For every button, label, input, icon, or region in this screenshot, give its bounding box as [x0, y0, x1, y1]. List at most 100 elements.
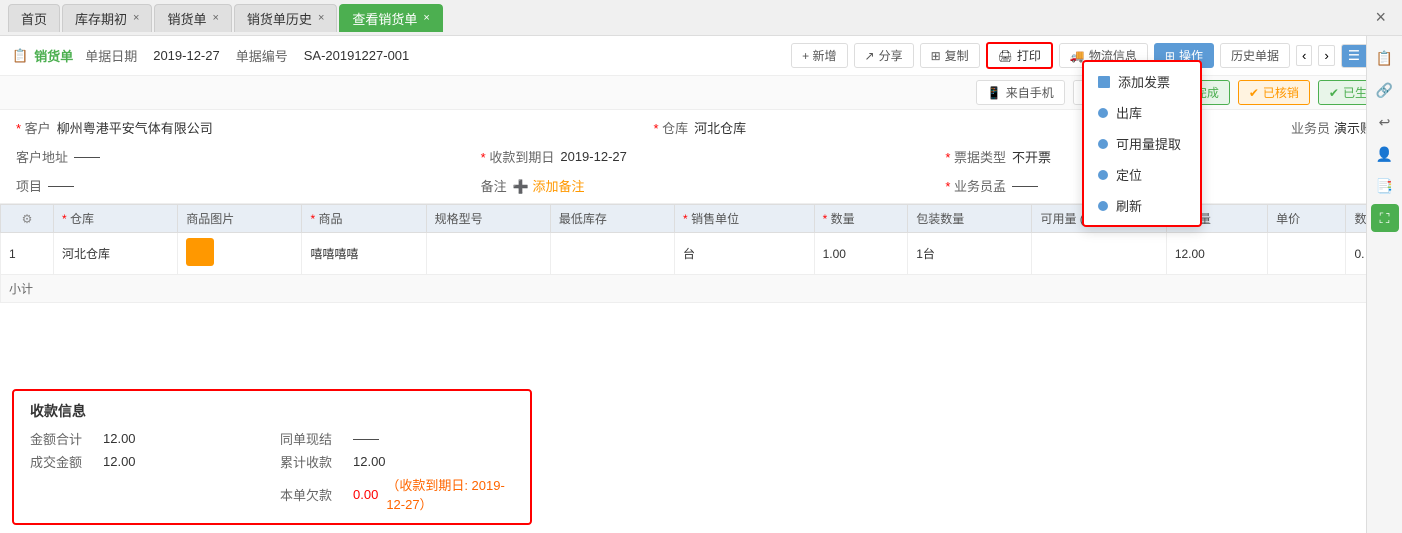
total-amount-value: 12.00	[103, 431, 136, 446]
total-amount-item: 金额合计 12.00	[30, 429, 264, 448]
sidebar-undo-icon[interactable]: ↩	[1371, 108, 1399, 136]
tab-sales[interactable]: 销货单 ×	[154, 4, 231, 32]
print-button[interactable]: 🖨 打印	[986, 42, 1053, 69]
subtotal-row: 小计	[1, 275, 1402, 303]
customer-value: 柳州粤港平安气体有限公司	[57, 118, 213, 137]
sidebar-file-icon[interactable]: 📑	[1371, 172, 1399, 200]
close-tab-sales[interactable]: ×	[212, 12, 218, 24]
deal-amount-value: 12.00	[103, 454, 136, 469]
salesperson-value: ——	[1012, 178, 1038, 193]
ticket-type-value: 不开票	[1012, 147, 1051, 166]
payment-grid: 金额合计 12.00 同单现结 —— 成交金额 12.00 累计收款 12.00…	[30, 429, 514, 513]
dropdown-available[interactable]: 可用量提取	[1084, 128, 1200, 159]
canceled-status-button[interactable]: ✔ 已核销	[1238, 80, 1310, 105]
settlement-value: ——	[353, 431, 379, 446]
next-nav-button[interactable]: ›	[1318, 45, 1334, 66]
dropdown-outbound[interactable]: 出库	[1084, 97, 1200, 128]
tab-bar: 首页 库存期初 × 销货单 × 销货单历史 × 查看销货单 × ×	[0, 0, 1402, 36]
owe-item: 本单欠款 0.00 （收款到期日: 2019-12-27）	[280, 475, 514, 513]
cumulative-value: 12.00	[353, 454, 386, 469]
product-thumbnail	[186, 238, 214, 266]
tab-inventory[interactable]: 库存期初 ×	[62, 4, 152, 32]
row-pack-qty: 1台	[908, 233, 1032, 275]
row-warehouse: 河北仓库	[54, 233, 178, 275]
outbound-icon	[1098, 108, 1108, 118]
salesperson-label: 业务员孟	[945, 176, 1006, 195]
table-row: 1 河北仓库 嘻嘻嘻嘻 台 1.00 1台 12.00 0.	[1, 233, 1402, 275]
locate-icon	[1098, 170, 1108, 180]
close-tab-sales-history[interactable]: ×	[318, 12, 324, 24]
row-current: 12.00	[1166, 233, 1267, 275]
mobile-status-button[interactable]: 📱 来自手机	[976, 80, 1065, 105]
payment-date-field: 收款到期日 2019-12-27	[481, 147, 922, 166]
add-remark-button[interactable]: ➕ 添加备注	[513, 176, 585, 195]
owe-note: （收款到期日: 2019-12-27）	[386, 475, 514, 513]
project-field: 项目 ——	[16, 176, 457, 195]
col-spec: 规格型号	[426, 205, 550, 233]
payment-date-value: 2019-12-27	[560, 149, 627, 164]
col-image: 商品图片	[178, 205, 302, 233]
dropdown-refresh[interactable]: 刷新	[1084, 190, 1200, 221]
col-min-stock: 最低库存	[550, 205, 674, 233]
dropdown-menu: 添加发票 出库 可用量提取 定位 刷新	[1082, 60, 1202, 227]
address-value: ——	[74, 149, 100, 164]
available-icon	[1098, 139, 1108, 149]
col-gear: ⚙	[1, 205, 54, 233]
dropdown-add-invoice[interactable]: 添加发票	[1084, 66, 1200, 97]
mobile-icon: 📱	[987, 86, 1002, 100]
sidebar-link-icon[interactable]: 🔗	[1371, 76, 1399, 104]
close-tab-view-sales[interactable]: ×	[423, 12, 429, 24]
row-available	[1032, 233, 1166, 275]
project-label: 项目	[16, 176, 42, 195]
payment-date-label: 收款到期日	[481, 147, 555, 166]
customer-field: 客户 柳州粤港平安气体有限公司	[16, 118, 629, 137]
project-value: ——	[48, 178, 74, 193]
tab-home[interactable]: 首页	[8, 4, 60, 32]
remark-label: 备注	[481, 176, 507, 195]
prev-nav-button[interactable]: ‹	[1296, 45, 1312, 66]
share-button[interactable]: ↗ 分享	[854, 43, 914, 68]
col-pack-qty: 包装数量	[908, 205, 1032, 233]
col-product: 商品	[302, 205, 426, 233]
share-icon: ↗	[865, 49, 875, 63]
refresh-icon	[1098, 201, 1108, 211]
cumulative-item: 累计收款 12.00	[280, 452, 514, 471]
copy-button[interactable]: ⊞ 复制	[920, 43, 980, 68]
sidebar-user-icon[interactable]: 👤	[1371, 140, 1399, 168]
list-view-button[interactable]: ☰	[1342, 45, 1366, 67]
deal-amount-item: 成交金额 12.00	[30, 452, 264, 471]
owe-value: 0.00	[353, 487, 378, 502]
tab-view-sales[interactable]: 查看销货单 ×	[339, 4, 442, 32]
sidebar-doc-icon[interactable]: 📋	[1371, 44, 1399, 72]
row-index: 1	[1, 233, 54, 275]
warehouse-value: 河北仓库	[694, 118, 746, 137]
row-image	[178, 233, 302, 275]
doc-title: 📋 销货单	[12, 46, 73, 65]
payment-title: 收款信息	[30, 401, 514, 421]
remark-field: 备注 ➕ 添加备注	[481, 176, 922, 195]
settlement-item: 同单现结 ——	[280, 429, 514, 448]
window-close-button[interactable]: ×	[1367, 7, 1394, 28]
history-button[interactable]: 历史单据	[1220, 43, 1290, 68]
col-unit-price: 单价	[1268, 205, 1346, 233]
staff-label: 业务员	[1291, 118, 1330, 137]
invoice-icon	[1098, 76, 1110, 88]
print-icon: 🖨	[998, 49, 1013, 63]
right-sidebar: 📋 🔗 ↩ 👤 📑 ⛶	[1366, 36, 1402, 533]
row-min-stock	[550, 233, 674, 275]
dropdown-locate[interactable]: 定位	[1084, 159, 1200, 190]
ticket-type-label: 票据类型	[945, 147, 1006, 166]
copy-icon: ⊞	[931, 49, 941, 63]
customer-label: 客户	[16, 118, 51, 137]
row-spec	[426, 233, 550, 275]
close-tab-inventory[interactable]: ×	[133, 12, 139, 24]
new-button[interactable]: + 新增	[791, 43, 847, 68]
sidebar-expand-icon[interactable]: ⛶	[1371, 204, 1399, 232]
address-label: 客户地址	[16, 147, 68, 166]
row-product: 嘻嘻嘻嘻	[302, 233, 426, 275]
row-unit-price	[1268, 233, 1346, 275]
cancel-icon: ✔	[1249, 86, 1259, 100]
tab-sales-history[interactable]: 销货单历史 ×	[234, 4, 337, 32]
plus-icon: ➕	[513, 179, 529, 194]
row-sales-unit: 台	[675, 233, 815, 275]
